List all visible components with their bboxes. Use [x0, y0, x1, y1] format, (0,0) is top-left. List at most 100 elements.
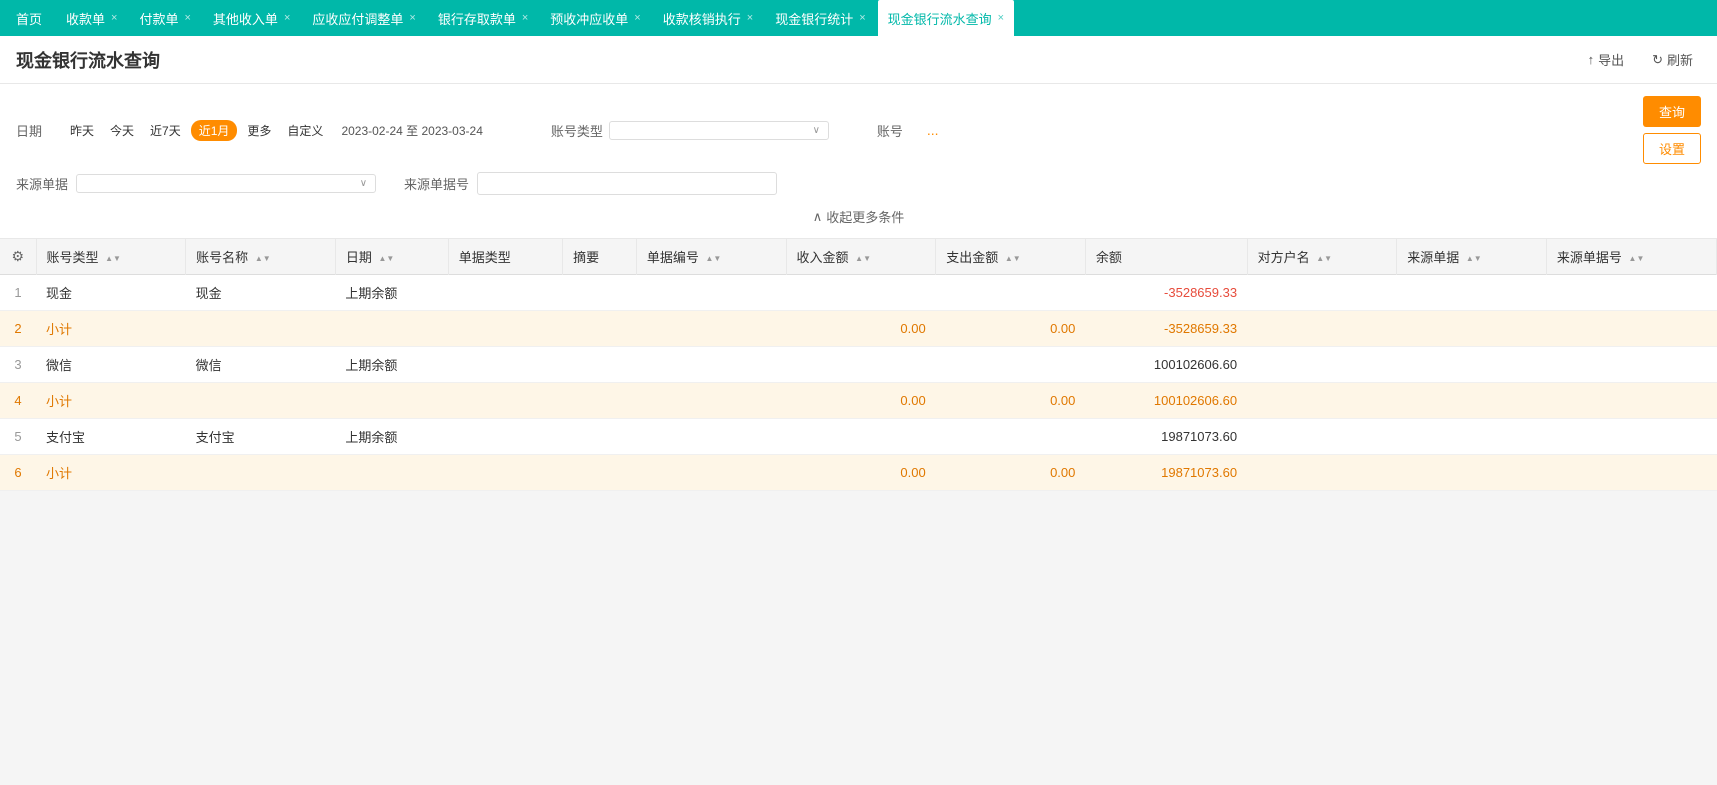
sort-icon[interactable]: ▲▼	[255, 255, 271, 263]
row-account-type: 微信	[36, 347, 186, 383]
close-icon[interactable]: ×	[184, 12, 190, 24]
data-table: ⚙ 账号类型 ▲▼ 账号名称 ▲▼ 日期 ▲▼ 单据类型 摘	[0, 239, 1717, 491]
nav-tab-other-income[interactable]: 其他收入单 ×	[203, 0, 300, 36]
refresh-icon: ↻	[1652, 52, 1663, 68]
account-type-select[interactable]: ∨	[609, 121, 829, 140]
row-source-doc	[1397, 347, 1547, 383]
sort-icon[interactable]: ▲▼	[706, 255, 722, 263]
sort-icon[interactable]: ▲▼	[378, 255, 394, 263]
close-icon[interactable]: ×	[111, 12, 117, 24]
nav-tab-cash-flow-query[interactable]: 现金银行流水查询 ×	[878, 0, 1014, 36]
sort-icon[interactable]: ▲▼	[855, 255, 871, 263]
date-option-custom[interactable]: 自定义	[281, 120, 329, 141]
query-button[interactable]: 查询	[1643, 96, 1701, 127]
table-row: 2 小计 0.00 0.00 -3528659.33	[0, 311, 1717, 347]
row-doc-type	[448, 455, 562, 491]
nav-tab-receipt-exec[interactable]: 收款核销执行 ×	[653, 0, 763, 36]
sort-icon[interactable]: ▲▼	[1629, 255, 1645, 263]
nav-home[interactable]: 首页	[4, 0, 54, 36]
row-income: 0.00	[786, 383, 936, 419]
close-icon[interactable]: ×	[859, 12, 865, 24]
table-body: 1 现金 现金 上期余额 -3528659.33 2 小计 0.00 0.00 …	[0, 275, 1717, 491]
row-doc-type	[448, 383, 562, 419]
table-row: 5 支付宝 支付宝 上期余额 19871073.60	[0, 419, 1717, 455]
sort-icon[interactable]: ▲▼	[1466, 255, 1482, 263]
table-col-balance: 余额	[1085, 239, 1247, 275]
account-ellipsis-button[interactable]: ...	[923, 120, 943, 140]
row-date: 上期余额	[335, 347, 448, 383]
date-option-today[interactable]: 今天	[104, 120, 140, 141]
row-summary	[563, 347, 637, 383]
setting-button[interactable]: 设置	[1643, 133, 1701, 164]
row-source-doc-no	[1546, 455, 1716, 491]
row-balance: 19871073.60	[1085, 455, 1247, 491]
nav-tab-payments[interactable]: 付款单 ×	[129, 0, 200, 36]
row-income: 0.00	[786, 311, 936, 347]
close-icon[interactable]: ×	[998, 12, 1004, 24]
nav-tab-cash-stats[interactable]: 现金银行统计 ×	[765, 0, 875, 36]
row-expense	[936, 347, 1086, 383]
table-col-gear: ⚙	[0, 239, 36, 275]
row-source-doc	[1397, 275, 1547, 311]
col-account-name-label: 账号名称	[196, 250, 248, 265]
nav-tab-bank-deposit[interactable]: 银行存取款单 ×	[428, 0, 538, 36]
table-col-summary: 摘要	[563, 239, 637, 275]
row-expense: 0.00	[936, 383, 1086, 419]
row-source-doc	[1397, 311, 1547, 347]
source-doc-label: 来源单据	[16, 174, 68, 193]
nav-tab-prepayment[interactable]: 预收冲应收单 ×	[540, 0, 650, 36]
sort-icon[interactable]: ▲▼	[105, 255, 121, 263]
date-option-7days[interactable]: 近7天	[144, 120, 187, 141]
row-doc-type	[448, 311, 562, 347]
row-source-doc-no	[1546, 275, 1716, 311]
export-button[interactable]: ↑ 导出	[1580, 46, 1633, 73]
table-header-row: ⚙ 账号类型 ▲▼ 账号名称 ▲▼ 日期 ▲▼ 单据类型 摘	[0, 239, 1717, 275]
row-doc-no	[636, 455, 786, 491]
date-option-yesterday[interactable]: 昨天	[64, 120, 100, 141]
source-doc-select[interactable]: ∨	[76, 174, 376, 193]
top-navigation: 首页 收款单 × 付款单 × 其他收入单 × 应收应付调整单 × 银行存取款单 …	[0, 0, 1717, 36]
filter-row-source: 来源单据 ∨ 来源单据号	[16, 172, 1701, 195]
collapse-bar[interactable]: ∧ 收起更多条件	[16, 203, 1701, 230]
close-icon[interactable]: ×	[634, 12, 640, 24]
table-col-counterpart: 对方户名 ▲▼	[1247, 239, 1397, 275]
source-doc-num-label: 来源单据号	[404, 174, 469, 193]
row-balance: 100102606.60	[1085, 347, 1247, 383]
date-option-1month[interactable]: 近1月	[191, 120, 238, 141]
table-col-expense: 支出金额 ▲▼	[936, 239, 1086, 275]
date-options: 昨天 今天 近7天 近1月 更多 自定义	[64, 120, 329, 141]
row-seq: 6	[0, 455, 36, 491]
row-account-type: 现金	[36, 275, 186, 311]
date-range-display: 2023-02-24 至 2023-03-24	[341, 122, 482, 139]
table-col-account-type: 账号类型 ▲▼	[36, 239, 186, 275]
refresh-button[interactable]: ↻ 刷新	[1644, 46, 1701, 73]
collapse-icon: ∧	[813, 209, 823, 225]
close-icon[interactable]: ×	[284, 12, 290, 24]
row-account-name: 现金	[186, 275, 336, 311]
date-option-more[interactable]: 更多	[241, 120, 277, 141]
sort-icon[interactable]: ▲▼	[1316, 255, 1332, 263]
close-icon[interactable]: ×	[409, 12, 415, 24]
account-label: 账号	[877, 121, 917, 140]
filter-row-date: 日期 昨天 今天 近7天 近1月 更多 自定义 2023-02-24 至 202…	[16, 96, 1701, 164]
nav-tab-receipts[interactable]: 收款单 ×	[56, 0, 127, 36]
account-type-label: 账号类型	[551, 121, 603, 140]
row-summary	[563, 419, 637, 455]
table-col-doc-no: 单据编号 ▲▼	[636, 239, 786, 275]
nav-tab-ar-adjustment[interactable]: 应收应付调整单 ×	[302, 0, 425, 36]
row-expense	[936, 419, 1086, 455]
source-doc-num-input-wrap	[477, 172, 777, 195]
export-icon: ↑	[1588, 52, 1595, 67]
close-icon[interactable]: ×	[522, 12, 528, 24]
col-counterpart-label: 对方户名	[1258, 250, 1310, 265]
sort-icon[interactable]: ▲▼	[1005, 255, 1021, 263]
row-source-doc-no	[1546, 347, 1716, 383]
source-doc-num-input[interactable]	[486, 176, 768, 191]
table-row: 4 小计 0.00 0.00 100102606.60	[0, 383, 1717, 419]
close-icon[interactable]: ×	[747, 12, 753, 24]
row-summary	[563, 383, 637, 419]
row-seq: 5	[0, 419, 36, 455]
row-source-doc	[1397, 455, 1547, 491]
row-summary	[563, 455, 637, 491]
gear-icon[interactable]: ⚙	[11, 248, 24, 264]
